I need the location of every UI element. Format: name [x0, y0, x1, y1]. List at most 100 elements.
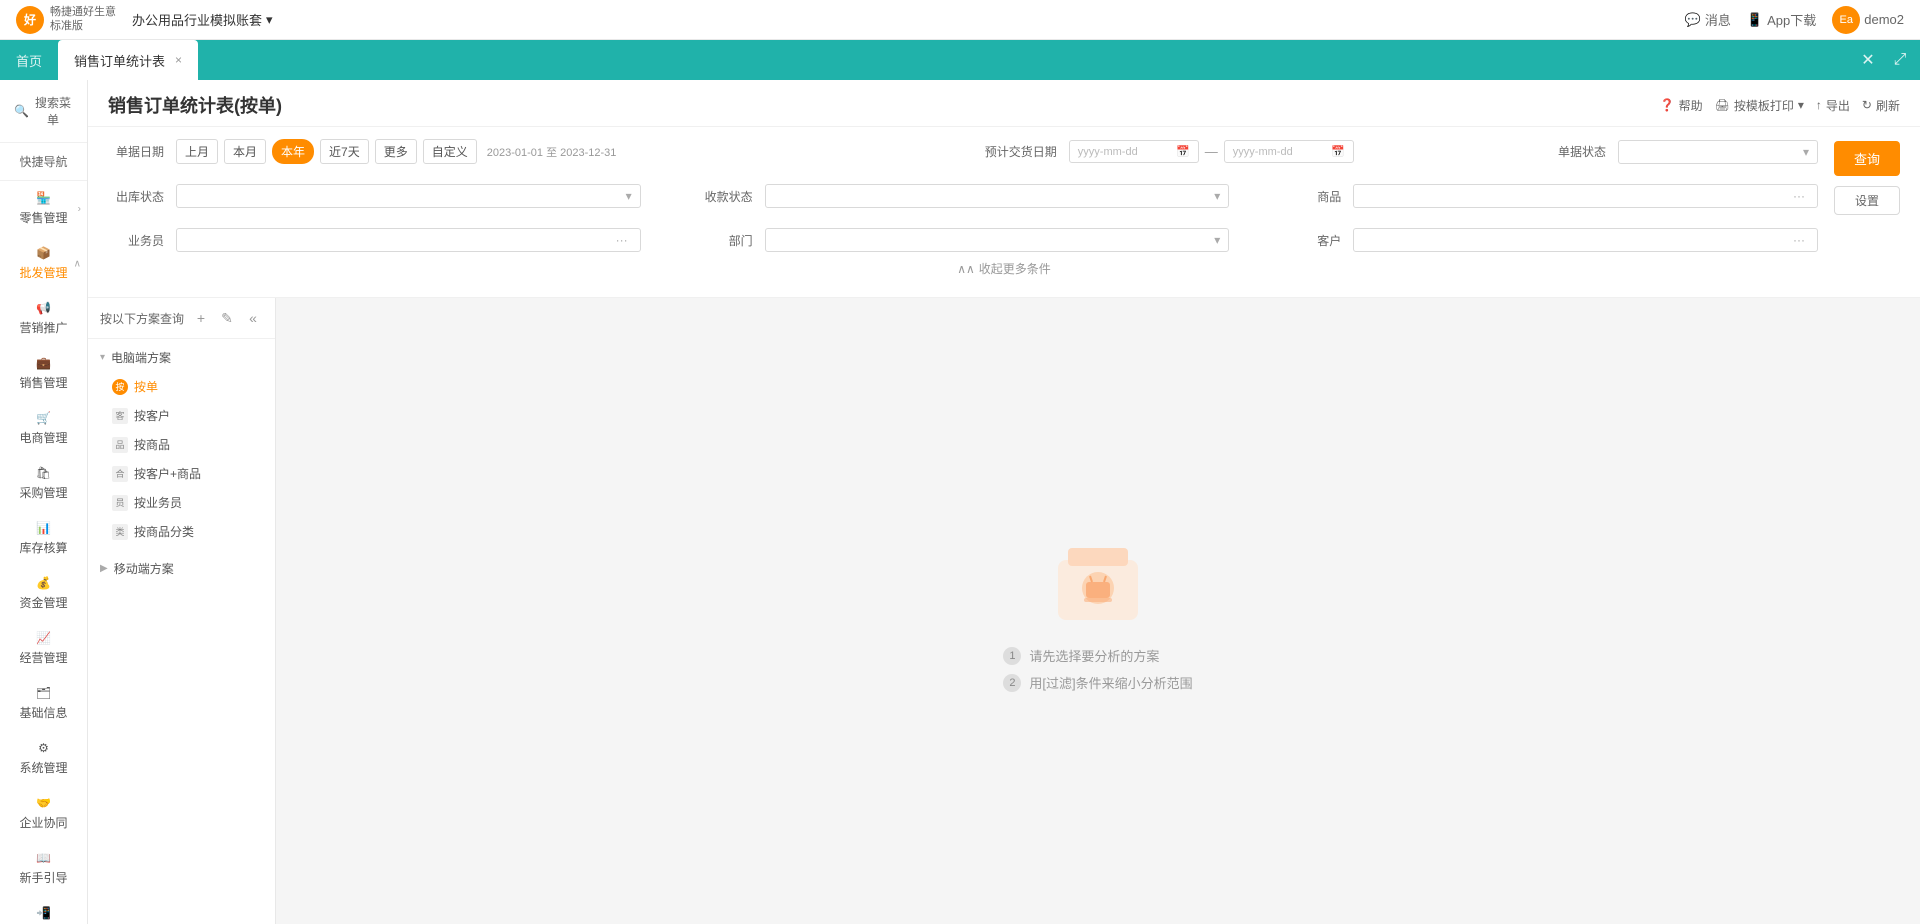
sidebar-item-system[interactable]: ⚙ 系统管理	[0, 731, 87, 786]
dept-dropdown-icon: ▾	[1214, 233, 1220, 247]
date-last-month-btn[interactable]: 上月	[176, 139, 218, 164]
sidebar-item-wholesale[interactable]: 📦 批发管理 ∧	[0, 236, 87, 291]
search-menu-btn[interactable]: 🔍 搜索菜单	[8, 88, 79, 134]
scheme-by-goods-icon: 品	[112, 437, 128, 453]
date-filter-label: 单据日期	[108, 143, 164, 160]
scheme-collapse-btn[interactable]: «	[243, 308, 263, 328]
scheme-item-by-category[interactable]: 类 按商品分类	[88, 517, 275, 546]
avatar: Ea	[1832, 6, 1860, 34]
scheme-item-by-salesperson[interactable]: 员 按业务员	[88, 488, 275, 517]
expected-date-end[interactable]: yyyy-mm-dd 📅	[1224, 140, 1354, 163]
scheme-group-desktop: ▾ 电脑端方案 按 按单 客 按客户 品 按商品	[88, 339, 275, 550]
collapse-icon: ∧∧	[957, 262, 975, 276]
help-icon: ❓	[1660, 98, 1675, 112]
tab-sales-order[interactable]: 销售订单统计表 ×	[58, 40, 198, 80]
user-menu[interactable]: Ea demo2	[1832, 6, 1904, 34]
scheme-by-cat-icon: 类	[112, 524, 128, 540]
filter-row-salesperson: 业务员 ··· 部门 ▾ 客户	[108, 228, 1818, 252]
sidebar-item-finance[interactable]: 💰 资金管理	[0, 566, 87, 621]
sidebar-item-retail[interactable]: 🏪 零售管理 ›	[0, 181, 87, 236]
help-btn[interactable]: ❓ 帮助	[1660, 97, 1703, 114]
sidebar-item-ecommerce[interactable]: 🛒 电商管理	[0, 401, 87, 456]
status-select[interactable]: ▾	[1618, 140, 1818, 164]
settings-btn[interactable]: 设置	[1834, 186, 1900, 215]
filter-row-date: 单据日期 上月 本月 本年 近7天 更多 自定义 2023-01-01 至 20…	[108, 139, 1818, 164]
scheme-add-btn[interactable]: +	[191, 308, 211, 328]
sidebar-item-guide[interactable]: 📖 新手引导	[0, 841, 87, 896]
empty-state: 1 请先选择要分析的方案 2 用[过滤]条件来缩小分析范围	[276, 298, 1920, 924]
sidebar-menu: 🏪 零售管理 › 📦 批发管理 ∧ 📢 营销推广 💼 销售管理 🛒 电商管理	[0, 181, 87, 924]
scheme-panel-header: 按以下方案查询 + ✎ «	[88, 298, 275, 339]
customer-select[interactable]: ···	[1353, 228, 1818, 252]
expected-date-start[interactable]: yyyy-mm-dd 📅	[1069, 140, 1199, 163]
content-area: 销售订单统计表(按单) ❓ 帮助 🖨 按模板打印 ▾ ↑ 导出 ↻ 刷新	[88, 80, 1920, 924]
date-7days-btn[interactable]: 近7天	[320, 139, 369, 164]
sidebar-item-sales[interactable]: 💼 销售管理	[0, 346, 87, 401]
sidebar-item-inventory[interactable]: 📊 库存核算	[0, 511, 87, 566]
payment-dropdown-icon: ▾	[1214, 189, 1220, 203]
status-dropdown-icon: ▾	[1803, 145, 1809, 159]
chevron-right-icon: ›	[78, 203, 81, 214]
scheme-by-order-icon: 按	[112, 379, 128, 395]
layout-with-sidebar: 按以下方案查询 + ✎ « ▾ 电脑端方案 按 按单	[88, 298, 1920, 924]
sidebar-quick-nav: 快捷导航	[0, 143, 87, 181]
department-label: 部门	[697, 232, 753, 249]
collapse-bar[interactable]: ∧∧ 收起更多条件	[108, 252, 1900, 285]
refresh-btn[interactable]: ↻ 刷新	[1862, 97, 1900, 114]
window-maximize-btn[interactable]: ⤢	[1888, 48, 1912, 72]
print-icon: 🖨	[1715, 98, 1730, 112]
filter-row-ship: 出库状态 ▾ 收款状态 ▾ 商品	[108, 184, 1818, 208]
scheme-item-by-customer[interactable]: 客 按客户	[88, 401, 275, 430]
scheme-item-by-order[interactable]: 按 按单	[88, 372, 275, 401]
app-icon: 📱	[1747, 12, 1763, 28]
scheme-panel-actions: + ✎ «	[191, 308, 263, 328]
window-close-btn[interactable]: ✕	[1856, 48, 1880, 72]
workspace-selector[interactable]: 办公用品行业模拟账套 ▾	[124, 10, 281, 29]
refresh-icon: ↻	[1862, 98, 1872, 112]
print-btn[interactable]: 🖨 按模板打印 ▾	[1715, 97, 1804, 114]
date-more-btn[interactable]: 更多	[375, 139, 417, 164]
query-btn[interactable]: 查询	[1834, 141, 1900, 176]
tab-home[interactable]: 首页	[0, 40, 58, 80]
scheme-group-desktop-header[interactable]: ▾ 电脑端方案	[88, 343, 275, 372]
tab-close-icon[interactable]: ×	[175, 53, 182, 67]
empty-state-image	[1038, 530, 1158, 630]
calendar-icon-end: 📅	[1331, 145, 1345, 158]
ship-status-select[interactable]: ▾	[176, 184, 641, 208]
payment-status-select[interactable]: ▾	[765, 184, 1230, 208]
date-this-month-btn[interactable]: 本月	[224, 139, 266, 164]
scheme-edit-btn[interactable]: ✎	[217, 308, 237, 328]
top-bar-right: 💬 消息 📱 App下载 Ea demo2	[1685, 6, 1904, 34]
sidebar-item-purchase[interactable]: 🛍 采购管理	[0, 456, 87, 511]
salesperson-more-icon: ···	[612, 233, 632, 247]
tab-bar: 首页 销售订单统计表 × ✕ ⤢	[0, 40, 1920, 80]
date-custom-btn[interactable]: 自定义	[423, 139, 477, 164]
sidebar-item-app-center[interactable]: 📲 应用中心	[0, 896, 87, 924]
sidebar-item-marketing[interactable]: 📢 营销推广	[0, 291, 87, 346]
sidebar-item-operations[interactable]: 📈 经营管理	[0, 621, 87, 676]
sidebar-item-basics[interactable]: 🗂 基础信息	[0, 676, 87, 731]
quick-nav-btn[interactable]: 快捷导航	[0, 147, 87, 176]
message-icon: 💬	[1685, 12, 1701, 28]
message-btn[interactable]: 💬 消息	[1685, 10, 1731, 29]
empty-hint-2: 2 用[过滤]条件来缩小分析范围	[1003, 673, 1192, 692]
scheme-item-by-goods[interactable]: 品 按商品	[88, 430, 275, 459]
scheme-by-sales-icon: 员	[112, 495, 128, 511]
logo-text: 畅捷通好生意 标准版	[50, 6, 116, 32]
main-content: 1 请先选择要分析的方案 2 用[过滤]条件来缩小分析范围	[276, 298, 1920, 924]
department-select[interactable]: ▾	[765, 228, 1230, 252]
export-btn[interactable]: ↑ 导出	[1816, 97, 1850, 114]
empty-hints: 1 请先选择要分析的方案 2 用[过滤]条件来缩小分析范围	[1003, 646, 1192, 692]
expected-date-label: 预计交货日期	[985, 143, 1057, 160]
scheme-item-by-customer-goods[interactable]: 合 按客户+商品	[88, 459, 275, 488]
expected-date-input-group: yyyy-mm-dd 📅 — yyyy-mm-dd 📅	[1069, 140, 1354, 163]
date-this-year-btn[interactable]: 本年	[272, 139, 314, 164]
tab-bar-actions: ✕ ⤢	[1856, 48, 1920, 72]
goods-select[interactable]: ···	[1353, 184, 1818, 208]
chevron-up-icon: ∧	[74, 258, 81, 269]
scheme-group-mobile-header[interactable]: ▶ 移动端方案	[88, 554, 275, 583]
app-download-btn[interactable]: 📱 App下载	[1747, 10, 1816, 29]
hint-num-1: 1	[1003, 647, 1021, 665]
salesperson-select[interactable]: ···	[176, 228, 641, 252]
sidebar-item-enterprise[interactable]: 🤝 企业协同	[0, 786, 87, 841]
